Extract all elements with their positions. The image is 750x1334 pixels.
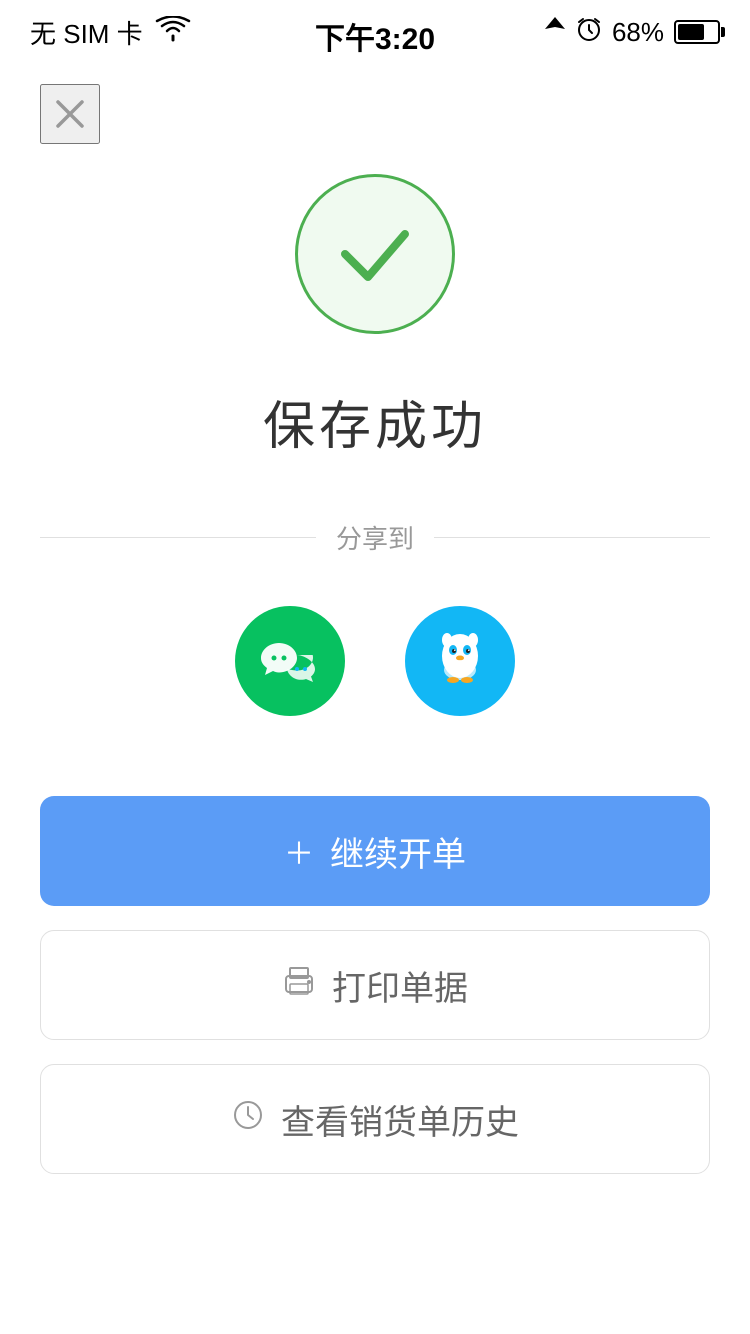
wifi-icon (155, 16, 191, 49)
history-button-label: 查看销货单历史 (281, 1095, 519, 1144)
status-right: 68% (544, 16, 720, 49)
plus-icon: ＋ (284, 829, 314, 873)
status-left: 无 SIM 卡 (30, 14, 191, 51)
continue-button[interactable]: ＋ 继续开单 (40, 796, 710, 906)
share-divider: 分享到 (40, 519, 710, 556)
qq-share-button[interactable] (405, 606, 515, 716)
wechat-icon (257, 633, 323, 689)
battery-icon (674, 20, 720, 44)
history-button[interactable]: 查看销货单历史 (40, 1064, 710, 1174)
location-icon (544, 16, 566, 49)
share-label: 分享到 (336, 519, 414, 556)
success-icon-circle (295, 174, 455, 334)
checkmark-icon (330, 209, 420, 299)
alarm-icon (576, 16, 602, 49)
action-buttons-container: ＋ 继续开单 打印单据 查看销货单历史 (40, 796, 710, 1174)
success-title: 保存成功 (263, 384, 487, 459)
printer-icon (282, 964, 316, 1006)
share-icons-container (235, 606, 515, 716)
print-button-label: 打印单据 (332, 961, 468, 1010)
close-button[interactable] (40, 84, 100, 144)
continue-button-label: 继续开单 (330, 827, 466, 876)
wechat-share-button[interactable] (235, 606, 345, 716)
print-button[interactable]: 打印单据 (40, 930, 710, 1040)
clock-icon (231, 1098, 265, 1140)
status-bar: 无 SIM 卡 下午3:20 68% (0, 0, 750, 64)
qq-icon (427, 628, 493, 694)
divider-line-left (40, 537, 316, 538)
carrier-text: 无 SIM 卡 (30, 14, 143, 51)
divider-line-right (434, 537, 710, 538)
status-time: 下午3:20 (315, 14, 435, 58)
battery-percentage: 68% (612, 17, 664, 48)
main-content: 保存成功 分享到 (0, 64, 750, 1214)
